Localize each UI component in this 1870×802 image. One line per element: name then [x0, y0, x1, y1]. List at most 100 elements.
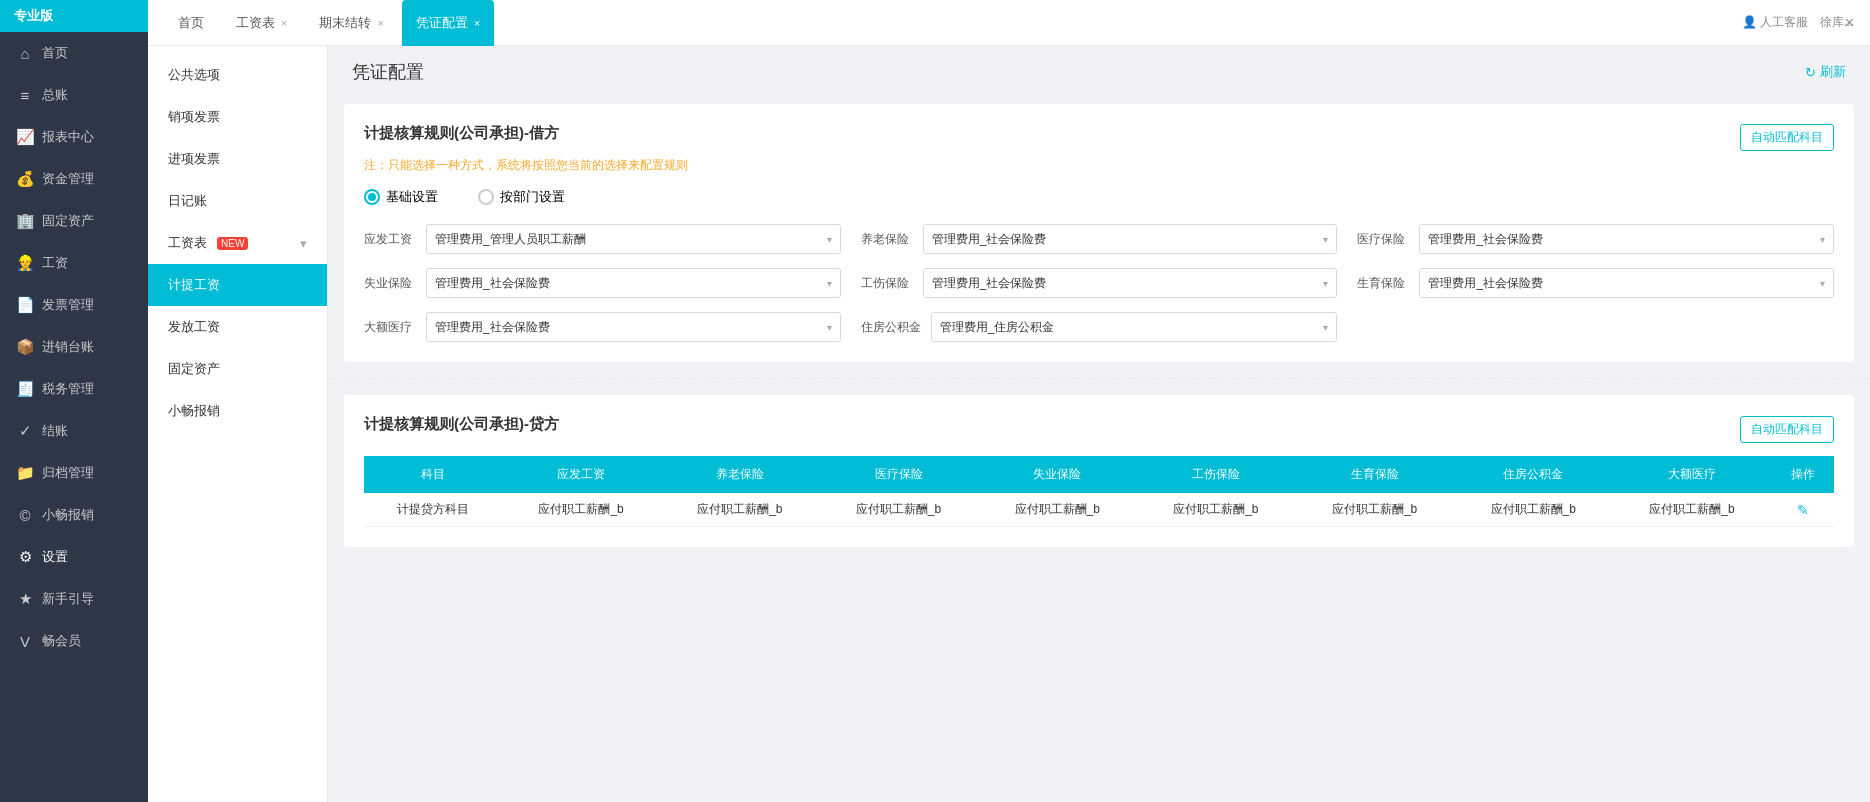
left-nav-green-invoice[interactable]: 进项发票: [148, 138, 327, 180]
invoice-icon: 📄: [16, 296, 34, 314]
col-header-extra-medical: 大额医疗: [1613, 456, 1772, 493]
form-select-pension[interactable]: 管理费用_社会保险费 ▾: [923, 224, 1338, 254]
sidebar-item-vip[interactable]: V 畅会员: [0, 620, 148, 662]
sidebar-item-invoice[interactable]: 📄 发票管理: [0, 284, 148, 326]
cell-action[interactable]: ✎: [1771, 493, 1834, 527]
cell-maternity: 应付职工薪酬_b: [1295, 493, 1454, 527]
radio-basic-dot: [364, 189, 380, 205]
tab-period-close[interactable]: 期末结转 ×: [305, 0, 397, 46]
credit-auto-match-button[interactable]: 自动匹配科目: [1740, 416, 1834, 443]
sidebar-item-salary[interactable]: 👷 工资: [0, 242, 148, 284]
assets-icon: 🏢: [16, 212, 34, 230]
sidebar-item-label: 结账: [42, 422, 68, 440]
sidebar-item-purchase[interactable]: 📦 进销台账: [0, 326, 148, 368]
radio-basic-label: 基础设置: [386, 188, 438, 206]
sidebar-item-report[interactable]: 📈 报表中心: [0, 116, 148, 158]
tab-home[interactable]: 首页: [164, 0, 218, 46]
tax-icon: 🧾: [16, 380, 34, 398]
cell-extra-medical: 应付职工薪酬_b: [1613, 493, 1772, 527]
right-content: 凭证配置 ↻ 刷新 计提核算规则(公司承担)-借方 自动匹配科目 注：只能选择一…: [328, 46, 1870, 802]
sidebar-item-archive[interactable]: 📁 归档管理: [0, 452, 148, 494]
close-accounts-icon: ✓: [16, 422, 34, 440]
left-nav: 公共选项 销项发票 进项发票 日记账 工资表 NEW ▾ 计提工资 发放工资: [148, 46, 328, 802]
col-header-pension: 养老保险: [660, 456, 819, 493]
help-link[interactable]: 👤 人工客服: [1742, 14, 1808, 31]
debit-section: 计提核算规则(公司承担)-借方 自动匹配科目 注：只能选择一种方式，系统将按照您…: [344, 104, 1854, 362]
form-row-extra-medical: 大额医疗 管理费用_社会保险费 ▾: [364, 312, 841, 342]
form-select-unemployment[interactable]: 管理费用_社会保险费 ▾: [426, 268, 841, 298]
sidebar-item-label: 畅会员: [42, 632, 81, 650]
radio-dept[interactable]: 按部门设置: [478, 188, 565, 206]
table-row: 计提贷方科目 应付职工薪酬_b 应付职工薪酬_b 应付职工薪酬_b 应付职工薪酬…: [364, 493, 1834, 527]
sidebar: 专业版 ⌂ 首页 ≡ 总账 📈 报表中心 💰 资金管理 🏢 固定资产 👷 工资 …: [0, 0, 148, 802]
col-header-housing: 住房公积金: [1454, 456, 1613, 493]
col-header-unemployment: 失业保险: [978, 456, 1137, 493]
report-icon: 📈: [16, 128, 34, 146]
left-nav-salary-table[interactable]: 工资表 NEW ▾: [148, 222, 327, 264]
left-nav-fixed-assets[interactable]: 固定资产: [148, 348, 327, 390]
sidebar-item-xiaochang[interactable]: © 小畅报销: [0, 494, 148, 536]
sidebar-item-assets[interactable]: 🏢 固定资产: [0, 200, 148, 242]
col-header-injury: 工伤保险: [1137, 456, 1296, 493]
purchase-icon: 📦: [16, 338, 34, 356]
left-nav-public[interactable]: 公共选项: [148, 54, 327, 96]
debit-form-grid: 应发工资 管理费用_管理人员职工薪酬 ▾ 养老保险 管理费用_社会保险费 ▾: [364, 224, 1834, 342]
tab-period-close-close[interactable]: ×: [377, 17, 383, 29]
col-header-action: 操作: [1771, 456, 1834, 493]
form-label-unemployment: 失业保险: [364, 275, 416, 292]
home-icon: ⌂: [16, 45, 34, 62]
tab-salary-table-close[interactable]: ×: [281, 17, 287, 29]
form-select-extra-medical[interactable]: 管理费用_社会保险费 ▾: [426, 312, 841, 342]
left-nav-calc-salary[interactable]: 计提工资: [148, 264, 327, 306]
left-nav-journal[interactable]: 日记账: [148, 180, 327, 222]
left-nav-pay-salary[interactable]: 发放工资: [148, 306, 327, 348]
sidebar-item-settings[interactable]: ⚙ 设置: [0, 536, 148, 578]
form-select-maternity[interactable]: 管理费用_社会保险费 ▾: [1419, 268, 1834, 298]
sidebar-item-label: 小畅报销: [42, 506, 94, 524]
form-select-salary[interactable]: 管理费用_管理人员职工薪酬 ▾: [426, 224, 841, 254]
cell-subject: 计提贷方科目: [364, 493, 502, 527]
form-select-housing[interactable]: 管理费用_住房公积金 ▾: [931, 312, 1338, 342]
credit-section: 计提核算规则(公司承担)-贷方 自动匹配科目 科目 应发工资 养老保险 医疗保险…: [344, 395, 1854, 547]
topbar: 首页 工资表 × 期末结转 × 凭证配置 × 👤 人工客服 徐库... ×: [148, 0, 1870, 46]
tab-voucher-config-close[interactable]: ×: [474, 17, 480, 29]
sidebar-item-home[interactable]: ⌂ 首页: [0, 32, 148, 74]
tab-salary-table-label: 工资表: [236, 14, 275, 32]
form-label-maternity: 生育保险: [1357, 275, 1409, 292]
debit-section-title: 计提核算规则(公司承担)-借方: [364, 124, 559, 143]
credit-section-title: 计提核算规则(公司承担)-贷方: [364, 415, 559, 434]
refresh-button[interactable]: ↻ 刷新: [1805, 63, 1846, 81]
sidebar-item-label: 归档管理: [42, 464, 94, 482]
form-row-pension: 养老保险 管理费用_社会保险费 ▾: [861, 224, 1338, 254]
sidebar-item-close[interactable]: ✓ 结账: [0, 410, 148, 452]
topbar-right: 👤 人工客服 徐库...: [1742, 14, 1854, 31]
sidebar-item-ledger[interactable]: ≡ 总账: [0, 74, 148, 116]
sidebar-item-tax[interactable]: 🧾 税务管理: [0, 368, 148, 410]
form-select-medical[interactable]: 管理费用_社会保险费 ▾: [1419, 224, 1834, 254]
sidebar-item-newbie[interactable]: ★ 新手引导: [0, 578, 148, 620]
sidebar-item-label: 首页: [42, 44, 68, 62]
left-nav-red-invoice[interactable]: 销项发票: [148, 96, 327, 138]
sidebar-item-label: 进销台账: [42, 338, 94, 356]
form-label-pension: 养老保险: [861, 231, 913, 248]
tab-voucher-config[interactable]: 凭证配置 ×: [402, 0, 494, 46]
sidebar-item-label: 总账: [42, 86, 68, 104]
cell-pension: 应付职工薪酬_b: [660, 493, 819, 527]
form-label-injury: 工伤保险: [861, 275, 913, 292]
fund-icon: 💰: [16, 170, 34, 188]
form-label-extra-medical: 大额医疗: [364, 319, 416, 336]
tab-salary-table[interactable]: 工资表 ×: [222, 0, 301, 46]
radio-basic[interactable]: 基础设置: [364, 188, 438, 206]
page-title: 凭证配置: [352, 60, 424, 84]
sidebar-item-label: 税务管理: [42, 380, 94, 398]
sidebar-item-label: 设置: [42, 548, 68, 566]
left-nav-xiaochang-expense[interactable]: 小畅报销: [148, 390, 327, 432]
archive-icon: 📁: [16, 464, 34, 482]
edit-icon[interactable]: ✎: [1797, 502, 1809, 518]
sidebar-item-fund[interactable]: 💰 资金管理: [0, 158, 148, 200]
form-select-injury[interactable]: 管理费用_社会保险费 ▾: [923, 268, 1338, 298]
window-close-button[interactable]: ×: [1845, 14, 1854, 32]
debit-auto-match-button[interactable]: 自动匹配科目: [1740, 124, 1834, 151]
main-area: 首页 工资表 × 期末结转 × 凭证配置 × 👤 人工客服 徐库... × 公共…: [148, 0, 1870, 802]
form-row-injury: 工伤保险 管理费用_社会保险费 ▾: [861, 268, 1338, 298]
